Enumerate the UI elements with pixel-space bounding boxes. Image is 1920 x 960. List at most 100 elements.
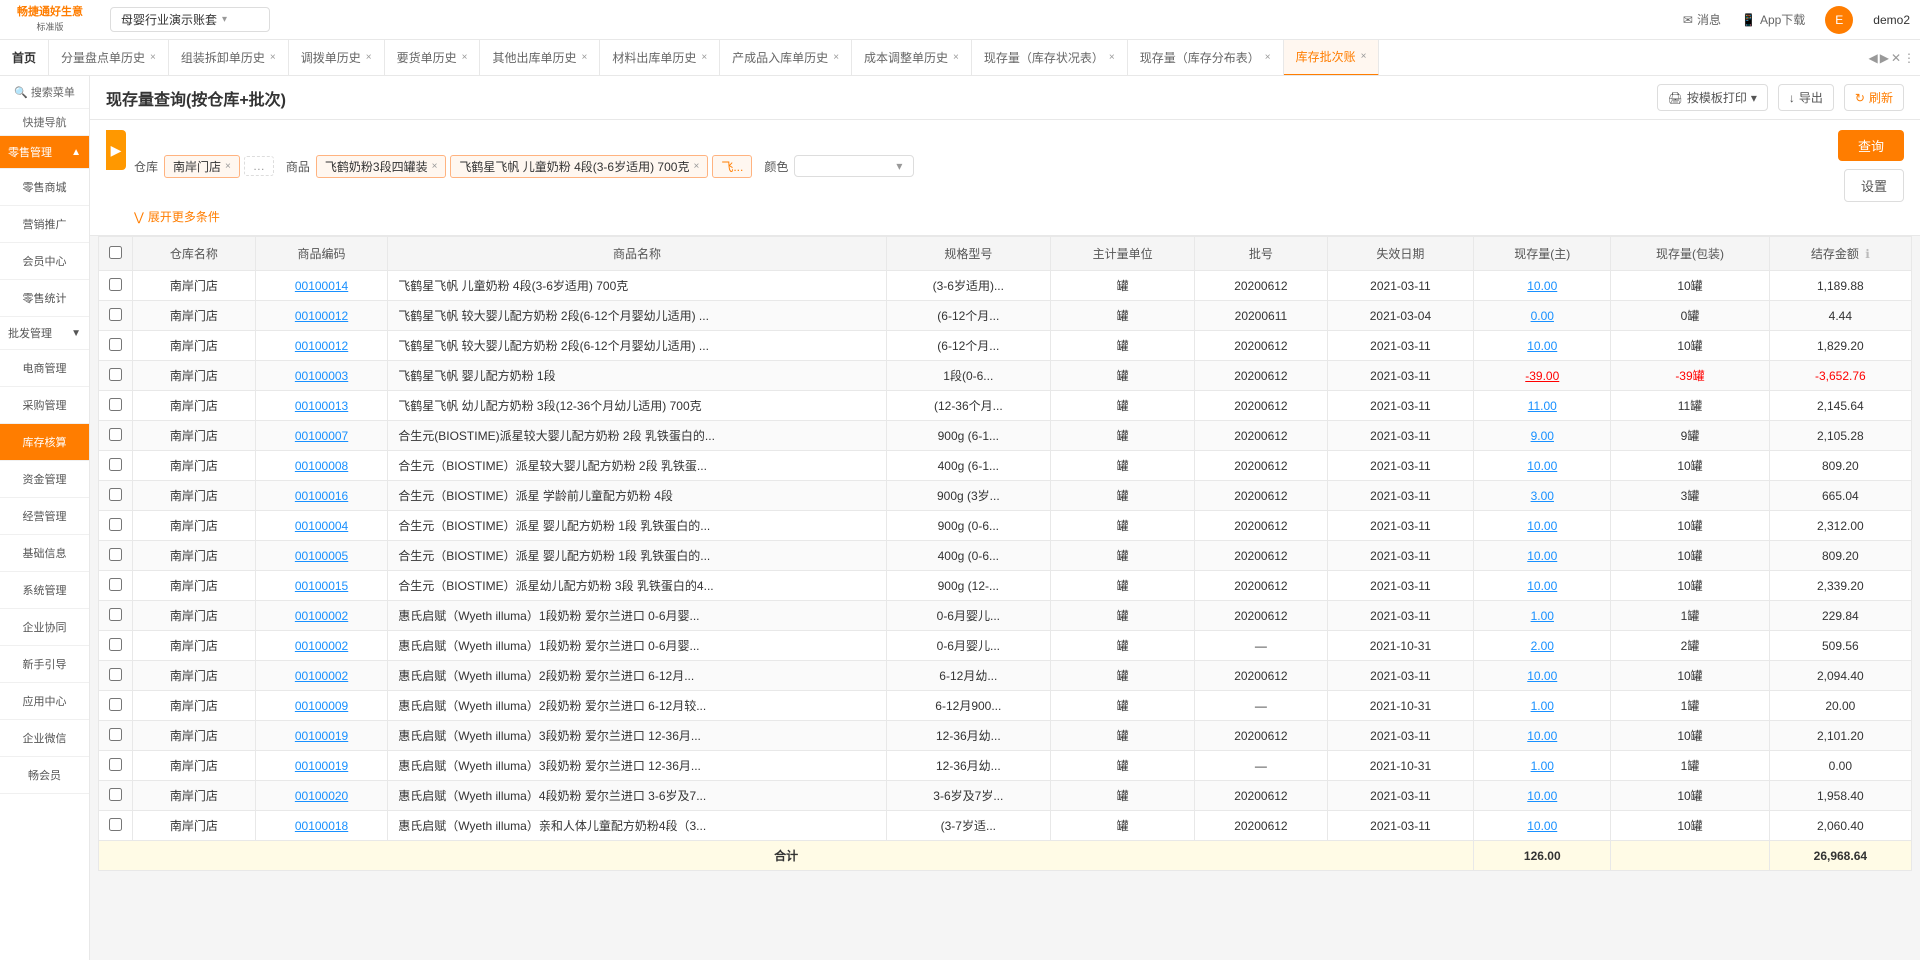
sidebar-item-inventory[interactable]: 库存核算 (0, 424, 89, 461)
tab-kuzhuang[interactable]: 现存量（库存状况表） × (972, 40, 1128, 76)
product-tag-1-remove[interactable]: × (432, 161, 438, 172)
sidebar-item-collab[interactable]: 企业协同 (0, 609, 89, 646)
sidebar-item-retail-shop[interactable]: 零售商城 (0, 169, 89, 206)
code-link[interactable]: 00100015 (295, 579, 348, 593)
filter-expand-button[interactable]: ▶ (106, 130, 126, 170)
sidebar-item-ecommerce[interactable]: 电商管理 (0, 350, 89, 387)
sidebar-item-guide[interactable]: 新手引导 (0, 646, 89, 683)
row-check[interactable] (99, 811, 133, 841)
sidebar-item-finance[interactable]: 资金管理 (0, 461, 89, 498)
tab-close-zuzhuang[interactable]: × (270, 52, 276, 63)
row-check[interactable] (99, 421, 133, 451)
warehouse-tag-remove[interactable]: × (225, 161, 231, 172)
col-check[interactable] (99, 237, 133, 271)
tab-chengben[interactable]: 成本调整单历史 × (852, 40, 972, 76)
tab-home[interactable]: 首页 (0, 40, 49, 76)
code-link[interactable]: 00100020 (295, 789, 348, 803)
export-button[interactable]: ↓ 导出 (1778, 84, 1834, 111)
tab-close-chengben[interactable]: × (953, 52, 959, 63)
tab-zuzhuang[interactable]: 组装拆卸单历史 × (169, 40, 289, 76)
app-download-btn[interactable]: 📱 App下载 (1741, 11, 1805, 28)
code-link[interactable]: 00100019 (295, 729, 348, 743)
tab-close-kuzhuang[interactable]: × (1109, 52, 1115, 63)
tab-close-diaopo[interactable]: × (366, 52, 372, 63)
code-link[interactable]: 00100002 (295, 639, 348, 653)
tab-cailiao[interactable]: 材料出库单历史 × (600, 40, 720, 76)
tab-pici[interactable]: 库存批次账 × (1284, 40, 1380, 76)
color-dropdown-icon[interactable]: ▾ (896, 159, 902, 173)
sidebar-item-basic-info[interactable]: 基础信息 (0, 535, 89, 572)
row-check[interactable] (99, 781, 133, 811)
row-check[interactable] (99, 661, 133, 691)
sidebar-item-wholesale[interactable]: 批发管理 ▼ (0, 317, 89, 350)
tabs-nav[interactable]: ◀ ▶ ✕ ⋮ (1863, 51, 1920, 65)
tab-nav-close[interactable]: ✕ (1891, 51, 1901, 65)
row-check[interactable] (99, 601, 133, 631)
expand-more-btn[interactable]: ⋁ 展开更多条件 (134, 208, 1904, 225)
sidebar-item-appstore[interactable]: 应用中心 (0, 683, 89, 720)
code-link[interactable]: 00100005 (295, 549, 348, 563)
tab-close-yaohuo[interactable]: × (462, 52, 468, 63)
sidebar-item-vip[interactable]: 畅会员 (0, 757, 89, 794)
tab-close-chengpin[interactable]: × (833, 52, 839, 63)
tab-close-fenpan[interactable]: × (150, 52, 156, 63)
code-link[interactable]: 00100012 (295, 309, 348, 323)
tab-nav-more[interactable]: ⋮ (1903, 51, 1915, 65)
row-check[interactable] (99, 481, 133, 511)
tab-close-cailiao[interactable]: × (701, 52, 707, 63)
row-check[interactable] (99, 631, 133, 661)
row-check[interactable] (99, 451, 133, 481)
template-print-button[interactable]: 🖨 按模板打印 ▾ (1657, 84, 1768, 111)
refresh-button[interactable]: ↻ 刷新 (1844, 84, 1904, 111)
search-menu[interactable]: 🔍 搜索菜单 (0, 76, 89, 109)
sidebar-item-retail-stats[interactable]: 零售统计 (0, 280, 89, 317)
amount-info-icon[interactable]: ℹ (1865, 247, 1870, 261)
sidebar-item-wechat[interactable]: 企业微信 (0, 720, 89, 757)
quick-nav[interactable]: 快捷导航 (0, 109, 89, 136)
row-check[interactable] (99, 691, 133, 721)
product-tag-2[interactable]: 飞鹤星飞帆 儿童奶粉 4段(3-6岁适用) 700克 × (450, 155, 708, 178)
code-link[interactable]: 00100003 (295, 369, 348, 383)
tab-chengpin[interactable]: 产成品入库单历史 × (720, 40, 852, 76)
row-check[interactable] (99, 541, 133, 571)
query-button[interactable]: 查询 (1838, 130, 1904, 161)
row-check[interactable] (99, 301, 133, 331)
code-link[interactable]: 00100002 (295, 609, 348, 623)
select-all-checkbox[interactable] (109, 246, 122, 259)
sidebar-item-member[interactable]: 会员中心 (0, 243, 89, 280)
tab-fenbiao[interactable]: 现存量（库存分布表） × (1128, 40, 1284, 76)
code-link[interactable]: 00100012 (295, 339, 348, 353)
code-link[interactable]: 00100008 (295, 459, 348, 473)
sidebar-item-system[interactable]: 系统管理 (0, 572, 89, 609)
store-selector[interactable]: 母婴行业演示账套 ▾ (110, 7, 270, 32)
tab-diaopo[interactable]: 调拨单历史 × (289, 40, 385, 76)
row-check[interactable] (99, 271, 133, 301)
warehouse-tag-1[interactable]: 南岸门店 × (164, 155, 240, 178)
tab-fenpan[interactable]: 分量盘点单历史 × (49, 40, 169, 76)
tab-close-fenbiao[interactable]: × (1265, 52, 1271, 63)
tab-yaohuo[interactable]: 要货单历史 × (385, 40, 481, 76)
sidebar-item-purchase[interactable]: 采购管理 (0, 387, 89, 424)
row-check[interactable] (99, 391, 133, 421)
warehouse-more-btn[interactable]: … (244, 156, 274, 176)
code-link[interactable]: 00100019 (295, 759, 348, 773)
code-link[interactable]: 00100013 (295, 399, 348, 413)
product-tag-2-remove[interactable]: × (693, 161, 699, 172)
tab-chuku[interactable]: 其他出库单历史 × (480, 40, 600, 76)
sidebar-item-retail-mgmt[interactable]: 零售管理 ▲ (0, 136, 89, 169)
code-link[interactable]: 00100014 (295, 279, 348, 293)
code-link[interactable]: 00100009 (295, 699, 348, 713)
code-link[interactable]: 00100018 (295, 819, 348, 833)
message-btn[interactable]: ✉ 消息 (1683, 11, 1721, 28)
row-check[interactable] (99, 571, 133, 601)
row-check[interactable] (99, 751, 133, 781)
sidebar-item-marketing[interactable]: 营销推广 (0, 206, 89, 243)
code-link[interactable]: 00100007 (295, 429, 348, 443)
tab-nav-next[interactable]: ▶ (1880, 51, 1889, 65)
sidebar-item-operations[interactable]: 经营管理 (0, 498, 89, 535)
tab-close-pici[interactable]: × (1361, 51, 1367, 62)
row-check[interactable] (99, 511, 133, 541)
setting-button[interactable]: 设置 (1844, 169, 1904, 202)
tab-nav-prev[interactable]: ◀ (1868, 51, 1877, 65)
product-tag-1[interactable]: 飞鹤奶粉3段四罐装 × (316, 155, 447, 178)
